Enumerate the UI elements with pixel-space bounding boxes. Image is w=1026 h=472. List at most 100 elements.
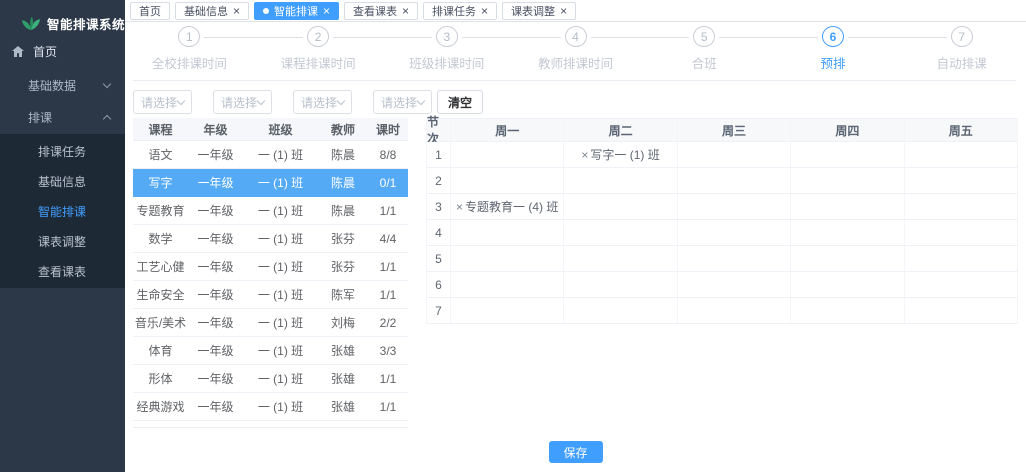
select-placeholder: 请选择 <box>381 95 418 110</box>
schedule-cell[interactable] <box>451 298 565 324</box>
schedule-cell[interactable] <box>904 272 1018 298</box>
schedule-cell[interactable] <box>791 168 905 194</box>
schedule-cell[interactable] <box>904 220 1018 246</box>
schedule-cell[interactable]: × 专题教育一 (4) 班 <box>451 194 565 220</box>
schedule-cell[interactable] <box>677 246 792 272</box>
tab-3[interactable]: 查看课表 × <box>344 2 419 20</box>
course-row[interactable]: 专题教育 一年级 一 (1) 班 陈晨 1/1 <box>133 197 408 225</box>
chevron-down-icon <box>416 96 426 105</box>
course-row[interactable]: 体育 一年级 一 (1) 班 张雄 3/3 <box>133 337 408 365</box>
close-icon[interactable]: × <box>323 5 330 17</box>
step-label: 课程排课时间 <box>280 57 356 71</box>
schedule-cell[interactable] <box>451 142 565 168</box>
schedule-cell[interactable] <box>791 220 905 246</box>
tab-5[interactable]: 课表调整 × <box>502 2 577 20</box>
schedule-cell[interactable] <box>451 220 565 246</box>
schedule-cell[interactable] <box>791 246 905 272</box>
step-label: 合班 <box>691 57 717 71</box>
schedule-cell[interactable] <box>451 168 565 194</box>
schedule-cell[interactable] <box>564 298 678 324</box>
course-row[interactable]: 生命安全 一年级 一 (1) 班 陈军 1/1 <box>133 281 408 309</box>
schedule-column-header: 周三 <box>677 119 792 142</box>
schedule-cell[interactable] <box>677 272 792 298</box>
leaf-logo-icon <box>21 16 41 30</box>
course-row[interactable]: 语文 一年级 一 (1) 班 陈晨 8/8 <box>133 141 408 169</box>
schedule-cell[interactable] <box>904 298 1018 324</box>
save-button[interactable]: 保存 <box>548 441 603 463</box>
tab-4[interactable]: 排课任务 × <box>423 2 498 20</box>
schedule-cell[interactable] <box>904 194 1018 220</box>
schedule-cell[interactable] <box>904 246 1018 272</box>
schedule-cell[interactable] <box>904 168 1018 194</box>
filter-select-1[interactable]: 请选择 <box>133 90 192 114</box>
clear-button[interactable]: 清空 <box>437 90 484 114</box>
schedule-cell[interactable] <box>677 168 792 194</box>
filter-select-3[interactable]: 请选择 <box>293 90 352 114</box>
course-cell: 一 (1) 班 <box>257 400 304 414</box>
schedule-cell[interactable] <box>564 168 678 194</box>
schedule-cell[interactable] <box>564 194 678 220</box>
step-2: 2 课程排课时间 <box>254 26 432 72</box>
schedule-column-header: 周四 <box>791 119 905 142</box>
schedule-cell[interactable] <box>564 220 678 246</box>
schedule-cell[interactable]: × 写字一 (1) 班 <box>564 142 678 168</box>
course-row[interactable]: 形体 一年级 一 (1) 班 张雄 1/1 <box>133 365 408 393</box>
course-row[interactable]: 音乐/美术 一年级 一 (1) 班 刘梅 2/2 <box>133 309 408 337</box>
course-row[interactable]: 经典游戏 一年级 一 (1) 班 张雄 1/1 <box>133 393 408 421</box>
remove-icon[interactable]: × <box>456 200 463 214</box>
app-title: 智能排课系统 <box>46 17 125 32</box>
schedule-cell[interactable] <box>904 142 1018 168</box>
schedule-cell[interactable] <box>564 246 678 272</box>
course-cell: 陈晨 <box>330 176 355 190</box>
schedule-cell[interactable] <box>564 272 678 298</box>
course-cell: 一 (1) 班 <box>257 204 304 218</box>
sidebar-item-home[interactable]: 首页 <box>0 38 125 64</box>
close-icon[interactable]: × <box>402 5 409 17</box>
schedule-cell[interactable] <box>451 272 565 298</box>
tab-1[interactable]: 基础信息 × <box>175 2 250 20</box>
schedule-cell[interactable] <box>677 194 792 220</box>
schedule-cell[interactable] <box>677 142 792 168</box>
sidebar-subitem-0[interactable]: 排课任务 <box>0 136 125 166</box>
sidebar-subitem-2[interactable]: 智能排课 <box>0 196 125 226</box>
course-row[interactable]: 数学 一年级 一 (1) 班 张芬 4/4 <box>133 225 408 253</box>
course-cell: 一年级 <box>197 260 234 274</box>
course-cell: 一 (1) 班 <box>257 316 304 330</box>
course-cell: 写字 <box>148 176 173 190</box>
remove-icon[interactable]: × <box>581 148 588 162</box>
course-cell: 1/1 <box>379 203 397 218</box>
step-number: 6 <box>821 26 844 47</box>
sidebar-group-label: 排课 <box>28 110 53 125</box>
tab-0[interactable]: 首页 <box>130 2 170 20</box>
period-cell: 3 <box>427 194 451 220</box>
course-row[interactable]: 工艺心健 一年级 一 (1) 班 张芬 1/1 <box>133 253 408 281</box>
course-cell: 一 (1) 班 <box>257 176 304 190</box>
sidebar-subitem-1[interactable]: 基础信息 <box>0 166 125 196</box>
schedule-cell[interactable] <box>451 246 565 272</box>
schedule-cell[interactable] <box>677 220 792 246</box>
schedule-column-header: 周一 <box>451 119 565 142</box>
sidebar-group-scheduling[interactable]: 排课 <box>0 104 125 130</box>
sidebar-subitem-3[interactable]: 课表调整 <box>0 226 125 256</box>
course-cell: 张雄 <box>330 344 355 358</box>
course-cell: 张芬 <box>330 260 355 274</box>
sidebar-subitem-4[interactable]: 查看课表 <box>0 256 125 286</box>
schedule-cell[interactable] <box>677 298 792 324</box>
close-icon[interactable]: × <box>560 5 567 17</box>
sidebar-group-basic-data[interactable]: 基础数据 <box>0 72 125 98</box>
schedule-cell[interactable] <box>791 298 905 324</box>
schedule-cell[interactable] <box>791 272 905 298</box>
course-cell: 3/3 <box>379 343 397 358</box>
close-icon[interactable]: × <box>481 5 488 17</box>
close-icon[interactable]: × <box>233 5 240 17</box>
chevron-down-icon <box>102 79 112 88</box>
tab-2[interactable]: 智能排课 × <box>254 2 340 20</box>
course-row[interactable]: 写字 一年级 一 (1) 班 陈晨 0/1 <box>133 169 408 197</box>
schedule-cell[interactable] <box>791 194 905 220</box>
schedule-cell[interactable] <box>791 142 905 168</box>
step-label: 教师排课时间 <box>538 57 614 71</box>
course-cell: 陈军 <box>330 288 355 302</box>
filter-select-2[interactable]: 请选择 <box>213 90 272 114</box>
filter-select-4[interactable]: 请选择 <box>373 90 432 114</box>
course-cell: 一 (1) 班 <box>257 148 304 162</box>
